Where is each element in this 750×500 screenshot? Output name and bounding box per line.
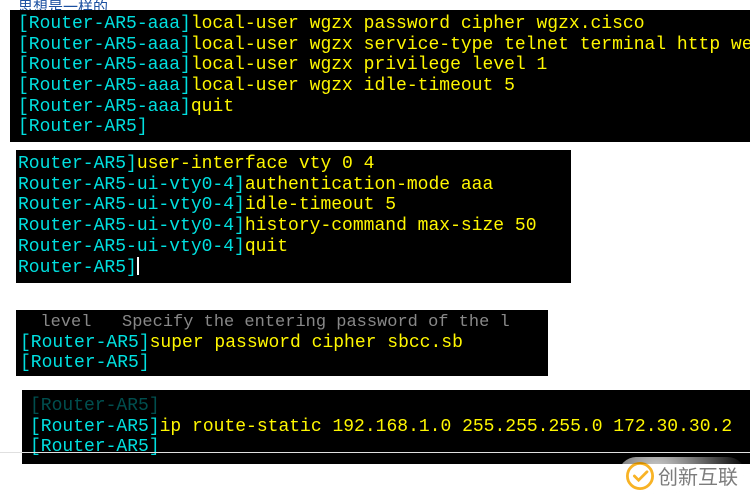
prompt: [Router-AR5-aaa] [18,35,191,55]
command: local-user wgzx password cipher wgzx.cis… [191,14,645,34]
command: quit [191,97,234,117]
prompt: Router-AR5-ui-vty0-4] [18,195,245,215]
prompt: [Router-AR5-aaa] [18,76,191,96]
prompt: Router-AR5] [18,258,137,278]
prompt: [Router-AR5] [18,117,148,137]
command: quit [245,237,288,257]
prompt-fragment: [Router-AR5] [30,396,160,416]
prompt: [Router-AR5] [20,353,150,373]
help-fragment: level Specify the entering password of t… [20,313,510,332]
prompt: Router-AR5-ui-vty0-4] [18,237,245,257]
command: local-user wgzx privilege level 1 [191,55,547,75]
command: idle-timeout 5 [245,195,396,215]
prompt: Router-AR5] [18,154,137,174]
command: user-interface vty 0 4 [137,154,375,174]
prompt: Router-AR5-ui-vty0-4] [18,216,245,236]
command: local-user wgzx idle-timeout 5 [191,76,515,96]
command: history-command max-size 50 [245,216,537,236]
watermark-logo-icon [626,462,654,490]
command: authentication-mode aaa [245,175,493,195]
terminal-block-super: level Specify the entering password of t… [16,310,548,376]
prompt: Router-AR5-ui-vty0-4] [18,175,245,195]
command: ip route-static 192.168.1.0 255.255.255.… [160,417,733,437]
divider [0,452,750,453]
prompt: [Router-AR5] [30,417,160,437]
prompt: [Router-AR5-aaa] [18,97,191,117]
command: local-user wgzx service-type telnet term… [191,35,750,55]
watermark: 创新互联 [618,457,746,494]
cursor-icon [137,257,139,275]
prompt: [Router-AR5-aaa] [18,14,191,34]
watermark-text: 创新互联 [658,461,738,490]
terminal-block-vty: Router-AR5]user-interface vty 0 4 Router… [16,150,571,283]
prompt: [Router-AR5] [30,437,160,457]
terminal-block-aaa: [Router-AR5-aaa]local-user wgzx password… [10,10,750,142]
prompt: [Router-AR5] [20,333,150,353]
prompt: [Router-AR5-aaa] [18,55,191,75]
command: super password cipher sbcc.sb [150,333,463,353]
